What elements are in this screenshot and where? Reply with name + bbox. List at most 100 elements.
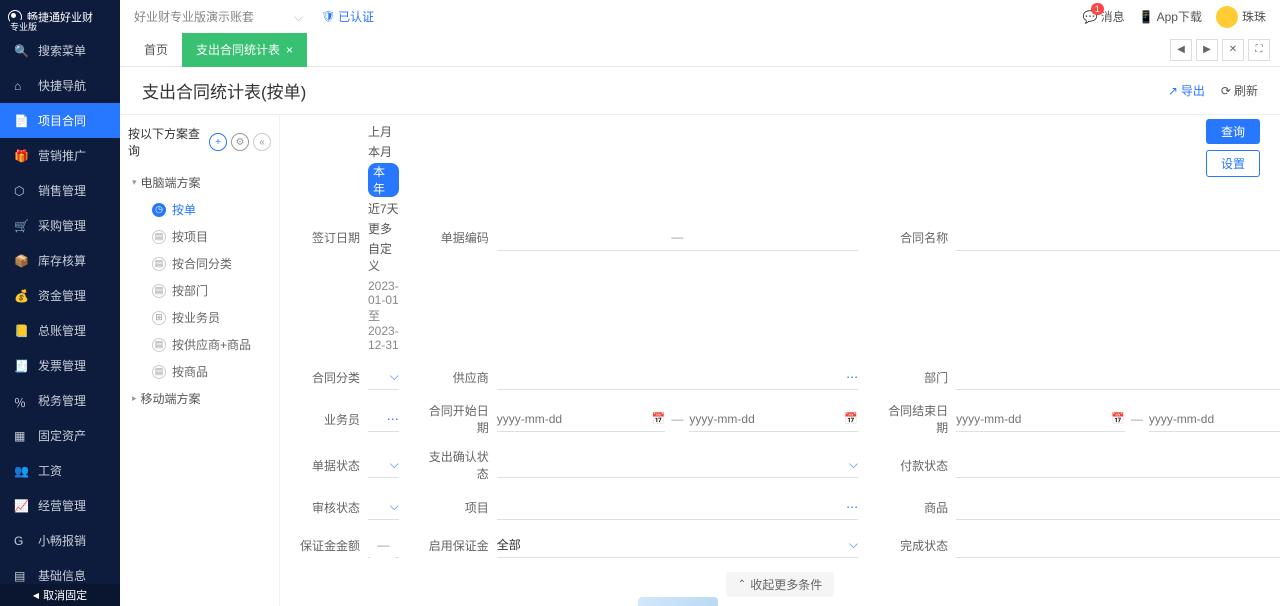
contract-name-input[interactable]	[956, 225, 1280, 251]
audit-status-select[interactable]	[368, 494, 399, 520]
nav-item-3[interactable]: 🎁营销推广	[0, 138, 120, 173]
scheme-leaf-4[interactable]: ⊞按业务员	[152, 304, 271, 331]
deposit-from[interactable]	[368, 532, 371, 558]
label-sign-date: 签订日期	[300, 229, 360, 246]
sign-date-range[interactable]: 上月本月本年近7天更多自定义2023-01-01 至 2023-12-31	[368, 123, 399, 352]
nav-item-12[interactable]: 👥工资	[0, 453, 120, 488]
date-opt-3[interactable]: 近7天	[368, 200, 399, 217]
leaf-icon: ▤	[152, 284, 166, 298]
supplier-picker[interactable]	[497, 364, 858, 390]
nav-item-9[interactable]: 🧾发票管理	[0, 348, 120, 383]
nav-icon: 🔍	[14, 44, 28, 58]
tab-fullscreen-button[interactable]: ⛶	[1248, 39, 1270, 61]
nav-icon: ▦	[14, 429, 28, 443]
scheme-leaf-1[interactable]: ▤按项目	[152, 223, 271, 250]
nav-icon: 🧾	[14, 359, 28, 373]
nav-item-2[interactable]: 📄项目合同	[0, 103, 120, 138]
scheme-leaf-2[interactable]: ▤按合同分类	[152, 250, 271, 277]
doc-status-select[interactable]	[368, 452, 399, 478]
label-dept: 部门	[888, 369, 948, 386]
label-contract-name: 合同名称	[888, 229, 948, 246]
done-status-select[interactable]	[956, 532, 1280, 558]
tabs: 首页 支出合同统计表 ◀ ▶ ✕ ⛶	[120, 33, 1280, 67]
nav-item-1[interactable]: ⌂快捷导航	[0, 68, 120, 103]
end-date-to[interactable]	[1149, 406, 1280, 432]
pay-status-select[interactable]	[956, 452, 1280, 478]
nav-icon: ％	[14, 394, 28, 408]
brand-sub: 专业版	[10, 20, 37, 33]
account-selector[interactable]: 好业财专业版演示账套	[134, 8, 303, 25]
avatar	[1216, 6, 1238, 28]
app-download-button[interactable]: 📱App下载	[1139, 8, 1202, 25]
scheme-collapse-button[interactable]: «	[253, 133, 271, 151]
date-opt-5[interactable]: 自定义	[368, 240, 399, 274]
collapse-filters-button[interactable]: 收起更多条件	[726, 572, 834, 597]
placeholder-image	[638, 597, 718, 606]
scheme-leaf-6[interactable]: ▤按商品	[152, 358, 271, 385]
tab-report[interactable]: 支出合同统计表	[182, 33, 307, 67]
scheme-leaf-3[interactable]: ▤按部门	[152, 277, 271, 304]
scheme-group-mobile[interactable]: 移动端方案	[128, 385, 271, 412]
date-opt-0[interactable]: 上月	[368, 123, 392, 140]
nav-icon: 🎁	[14, 149, 28, 163]
label-pay-status: 付款状态	[888, 457, 948, 474]
nav-item-7[interactable]: 💰资金管理	[0, 278, 120, 313]
nav-item-0[interactable]: 🔍搜索菜单	[0, 33, 120, 68]
page-header: 支出合同统计表(按单) 导出 刷新	[120, 67, 1280, 115]
query-button[interactable]: 查询	[1206, 119, 1260, 144]
start-date-from[interactable]	[497, 406, 666, 432]
label-enable-deposit: 启用保证金	[429, 537, 489, 554]
scheme-leaf-5[interactable]: ▤按供应商+商品	[152, 331, 271, 358]
nav-item-14[interactable]: G小畅报销	[0, 523, 120, 558]
topbar: 好业财专业版演示账套 已认证 💬消息1 📱App下载 珠珠	[120, 0, 1280, 33]
goods-picker[interactable]	[956, 494, 1280, 520]
nav-item-6[interactable]: 📦库存核算	[0, 243, 120, 278]
scheme-group-pc[interactable]: 电脑端方案	[128, 169, 271, 196]
user-menu[interactable]: 珠珠	[1216, 6, 1266, 28]
nav-item-13[interactable]: 📈经营管理	[0, 488, 120, 523]
clerk-picker[interactable]	[368, 406, 399, 432]
settings-button[interactable]: 设置	[1206, 150, 1260, 177]
label-audit-status: 审核状态	[300, 499, 360, 516]
scheme-leaf-0[interactable]: ◷按单	[152, 196, 271, 223]
leaf-icon: ⊞	[152, 311, 166, 325]
nav-icon: 🛒	[14, 219, 28, 233]
refresh-button[interactable]: 刷新	[1221, 82, 1258, 99]
scheme-panel: 按以下方案查询 + ⚙ « 电脑端方案 ◷按单▤按项目▤按合同分类▤按部门⊞按业…	[120, 115, 280, 606]
nav-item-15[interactable]: ▤基础信息	[0, 558, 120, 584]
messages-button[interactable]: 💬消息1	[1083, 8, 1125, 25]
unpin-button[interactable]: 取消固定	[0, 584, 120, 606]
deposit-to[interactable]	[395, 532, 398, 558]
scheme-add-button[interactable]: +	[209, 133, 227, 151]
label-supplier: 供应商	[429, 369, 489, 386]
page-title: 支出合同统计表(按单)	[142, 78, 306, 103]
dept-select[interactable]	[956, 364, 1280, 390]
end-date-from[interactable]	[956, 406, 1125, 432]
nav-item-10[interactable]: ％税务管理	[0, 383, 120, 418]
tab-home[interactable]: 首页	[130, 33, 182, 67]
export-button[interactable]: 导出	[1168, 82, 1205, 99]
nav-item-4[interactable]: ⬡销售管理	[0, 173, 120, 208]
nav-icon: 📈	[14, 499, 28, 513]
nav-item-11[interactable]: ▦固定资产	[0, 418, 120, 453]
project-picker[interactable]	[497, 494, 858, 520]
scheme-settings-button[interactable]: ⚙	[231, 133, 249, 151]
tab-close-button[interactable]: ✕	[1222, 39, 1244, 61]
leaf-icon: ▤	[152, 230, 166, 244]
date-opt-4[interactable]: 更多	[368, 220, 392, 237]
enable-deposit-select[interactable]: 全部	[497, 532, 858, 558]
label-doc-status: 单据状态	[300, 457, 360, 474]
tab-next-button[interactable]: ▶	[1196, 39, 1218, 61]
date-opt-2[interactable]: 本年	[368, 163, 399, 197]
nav-item-5[interactable]: 🛒采购管理	[0, 208, 120, 243]
label-doc-no: 单据编码	[429, 229, 489, 246]
label-deposit: 保证金金额	[300, 537, 360, 554]
nav-item-8[interactable]: 📒总账管理	[0, 313, 120, 348]
download-icon: 📱	[1139, 10, 1154, 24]
doc-no-input[interactable]: —	[497, 225, 858, 251]
tab-prev-button[interactable]: ◀	[1170, 39, 1192, 61]
start-date-to[interactable]	[689, 406, 858, 432]
date-opt-1[interactable]: 本月	[368, 143, 392, 160]
pay-confirm-select[interactable]	[497, 452, 858, 478]
contract-cat-select[interactable]	[368, 364, 399, 390]
